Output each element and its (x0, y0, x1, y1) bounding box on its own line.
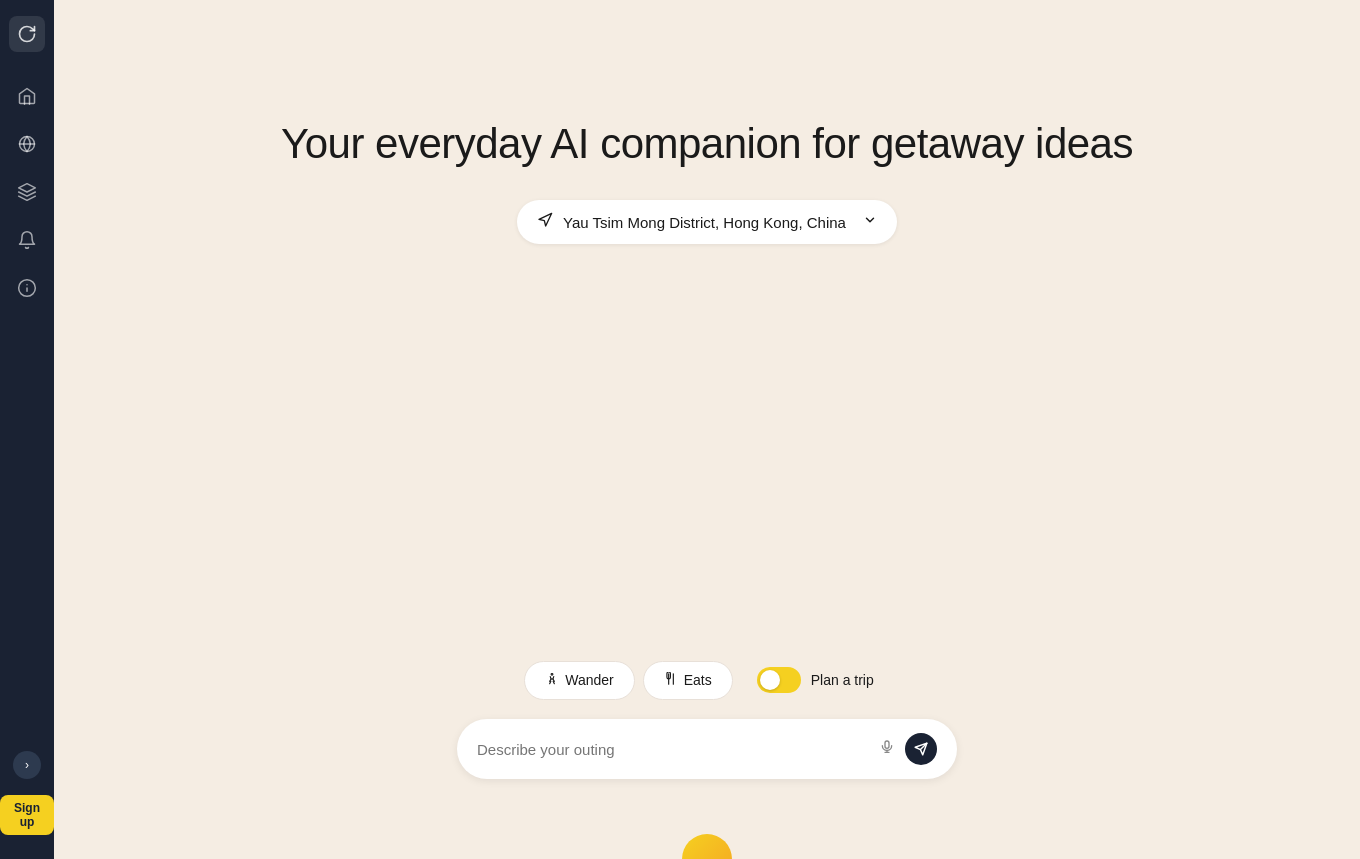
sidebar-item-layers[interactable] (7, 172, 47, 212)
svg-marker-6 (539, 213, 552, 226)
bell-icon (17, 230, 37, 250)
microphone-icon (879, 739, 895, 755)
mode-tabs: Wander Eats Plan a trip (524, 657, 890, 703)
wander-label: Wander (565, 672, 614, 688)
microphone-button[interactable] (879, 739, 895, 759)
globe-icon (17, 134, 37, 154)
sidebar-item-home[interactable] (7, 76, 47, 116)
eats-tab[interactable]: Eats (643, 661, 733, 700)
sidebar: › Sign up (0, 0, 54, 859)
svg-marker-2 (19, 184, 36, 192)
svg-rect-10 (885, 741, 889, 748)
send-button[interactable] (905, 733, 937, 765)
svg-point-7 (551, 673, 553, 675)
home-icon (17, 86, 37, 106)
signup-button[interactable]: Sign up (0, 795, 54, 835)
location-chevron-icon (863, 213, 877, 231)
chevron-right-icon: › (25, 758, 29, 772)
deco-circle (682, 834, 732, 859)
eats-label: Eats (684, 672, 712, 688)
sidebar-item-info[interactable] (7, 268, 47, 308)
location-selector[interactable]: Yau Tsim Mong District, Hong Kong, China (517, 200, 897, 244)
sidebar-item-notifications[interactable] (7, 220, 47, 260)
bottom-area: Wander Eats Plan a trip (54, 657, 1360, 779)
bottom-decoration (667, 819, 747, 859)
layers-icon (17, 182, 37, 202)
search-bar (457, 719, 957, 779)
location-text: Yau Tsim Mong District, Hong Kong, China (563, 214, 853, 231)
plan-toggle[interactable] (757, 667, 801, 693)
info-icon (17, 278, 37, 298)
fork-knife-icon (664, 672, 678, 689)
main-content: Your everyday AI companion for getaway i… (54, 0, 1360, 859)
plan-trip-label: Plan a trip (811, 672, 874, 688)
send-icon (914, 742, 928, 756)
hero-title: Your everyday AI companion for getaway i… (281, 120, 1133, 168)
clock-rotate-icon (17, 24, 37, 44)
toggle-dot (760, 670, 780, 690)
sidebar-item-explore[interactable] (7, 124, 47, 164)
person-walk-icon (545, 672, 559, 689)
plan-trip-tab[interactable]: Plan a trip (741, 657, 890, 703)
logo-button[interactable] (9, 16, 45, 52)
wander-tab[interactable]: Wander (524, 661, 635, 700)
location-arrow-icon (537, 212, 553, 232)
search-input[interactable] (477, 741, 869, 758)
sidebar-expand-button[interactable]: › (13, 751, 41, 779)
